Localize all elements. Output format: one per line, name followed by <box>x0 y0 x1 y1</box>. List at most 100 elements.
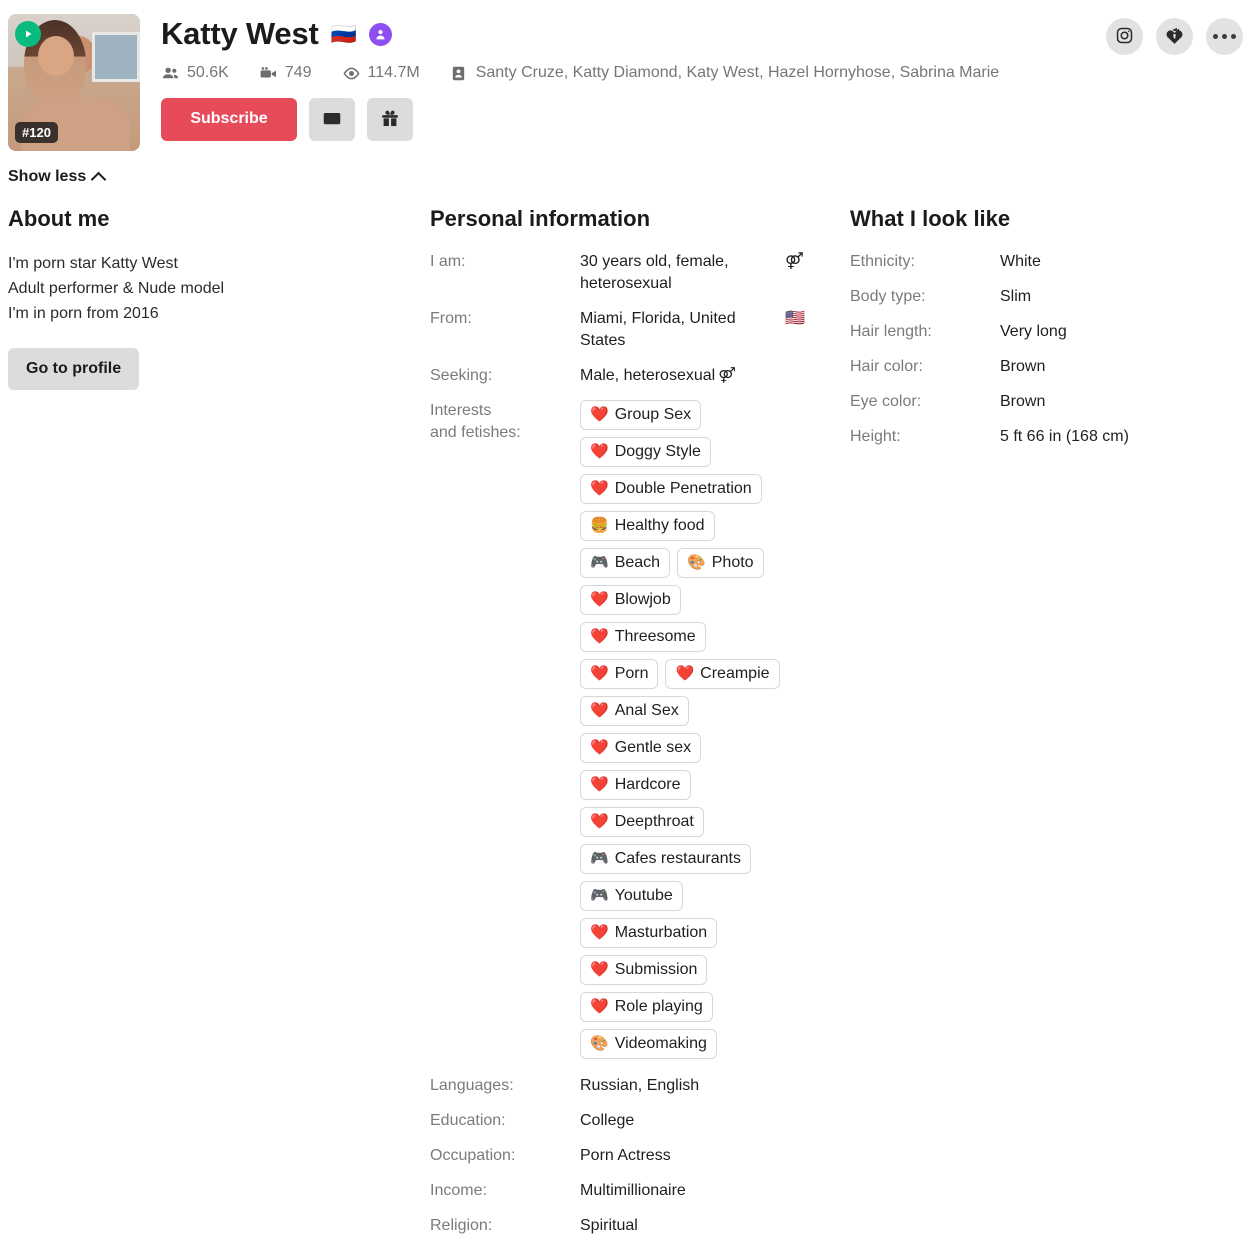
tag-emoji-icon: ❤️ <box>590 406 609 424</box>
play-badge-icon[interactable] <box>15 21 41 47</box>
interest-tag[interactable]: 🍔 Healthy food <box>580 511 715 542</box>
what-i-look-like-section: What I look like Ethnicity: White Body typ… <box>850 206 1249 1253</box>
info-label: Education: <box>430 1112 506 1130</box>
stat-subscribers-value: 50.6K <box>187 64 229 82</box>
subscribe-button[interactable]: Subscribe <box>161 97 297 141</box>
info-value: Spiritual <box>580 1217 638 1235</box>
tag-emoji-icon: ❤️ <box>590 961 609 979</box>
looks-row: Hair length: Very long <box>850 321 1249 343</box>
about-line-1: I'm porn star Katty West <box>8 255 178 273</box>
info-value: Multimillionaire <box>580 1182 686 1200</box>
show-less-toggle[interactable]: Show less <box>8 168 107 187</box>
looks-row: Height: 5 ft 66 in (168 cm) <box>850 426 1249 448</box>
interest-tag[interactable]: 🎮 Cafes restaurants <box>580 844 751 875</box>
info-row: Occupation: Porn Actress <box>430 1145 850 1167</box>
looks-rows: Ethnicity: White Body type: Slim Hair length… <box>850 251 1249 448</box>
info-value: Russian, English <box>580 1077 700 1095</box>
looks-value: White <box>1000 253 1041 271</box>
interest-tag[interactable]: 🎮 Youtube <box>580 881 683 912</box>
tag-emoji-icon: ❤️ <box>590 628 609 646</box>
interest-tags: ❤️ Group Sex ❤️ Doggy Style ❤️ Double Penetra… <box>580 400 780 1060</box>
interest-tag[interactable]: ❤️ Porn <box>580 659 659 690</box>
chevron-up-icon <box>90 171 107 187</box>
interest-tag[interactable]: ❤️ Threesome <box>580 622 706 653</box>
info-row-seeking: Seeking: Male, heterosexual ⚤ <box>430 365 850 387</box>
tag-emoji-icon: ❤️ <box>590 591 609 609</box>
interest-tag-label: Threesome <box>614 628 696 646</box>
profile-header: #120 Katty West 🇷🇺 50.6K 749 114.7M Sant… <box>0 0 1257 151</box>
more-options-icon <box>1213 34 1236 39</box>
interest-tag-label: Double Penetration <box>614 480 752 498</box>
stat-videos: 749 <box>259 64 312 83</box>
personal-extra-rows: Languages: Russian, English Education: Coll… <box>430 1075 850 1253</box>
interest-tag-label: Photo <box>711 554 754 572</box>
interest-tag[interactable]: ❤️ Hardcore <box>580 770 691 801</box>
interest-tag[interactable]: ❤️ Double Penetration <box>580 474 762 505</box>
interest-tag-label: Anal Sex <box>614 702 679 720</box>
info-value: Porn Actress <box>580 1147 671 1165</box>
header-actions: Subscribe <box>161 97 1257 141</box>
looks-row: Body type: Slim <box>850 286 1249 308</box>
avatar[interactable]: #120 <box>8 14 140 151</box>
tag-emoji-icon: 🎮 <box>590 887 609 905</box>
top-right-actions <box>1106 18 1243 55</box>
info-label-interests-line1: Interests <box>430 402 492 420</box>
personal-information-title: Personal information <box>430 206 651 231</box>
instagram-button[interactable] <box>1106 18 1143 55</box>
interest-tag[interactable]: 🎨 Videomaking <box>580 1029 717 1060</box>
looks-row: Hair color: Brown <box>850 356 1249 378</box>
show-less-label: Show less <box>8 168 87 185</box>
interest-tag[interactable]: ❤️ Group Sex <box>580 400 702 431</box>
interest-tag[interactable]: ❤️ Deepthroat <box>580 807 704 838</box>
aliases: Santy Cruze, Katty Diamond, Katy West, H… <box>450 64 999 82</box>
interest-tag[interactable]: ❤️ Gentle sex <box>580 733 702 764</box>
info-value-i-am: 30 years old, female, heterosexual <box>580 253 729 293</box>
interest-tag[interactable]: ❤️ Creampie <box>665 659 780 690</box>
gift-button[interactable] <box>367 97 413 141</box>
tag-emoji-icon: 🎨 <box>687 554 706 572</box>
tag-emoji-icon: 🍔 <box>590 517 609 535</box>
tag-emoji-icon: 🎮 <box>590 850 609 868</box>
interest-tag[interactable]: ❤️ Submission <box>580 955 708 986</box>
tag-emoji-icon: ❤️ <box>590 739 609 757</box>
info-label: Languages: <box>430 1077 514 1095</box>
interest-tag-label: Deepthroat <box>614 813 694 831</box>
gender-heterosexual-icon: ⚤ <box>785 253 804 271</box>
interest-tag-label: Cafes restaurants <box>614 850 741 868</box>
message-button[interactable] <box>309 97 355 141</box>
tag-emoji-icon: ❤️ <box>590 998 609 1016</box>
interest-tag-label: Porn <box>614 665 649 683</box>
info-value: College <box>580 1112 635 1130</box>
crown-heart-button[interactable] <box>1156 18 1193 55</box>
crown-heart-icon <box>1164 25 1185 49</box>
interest-tag[interactable]: ❤️ Doggy Style <box>580 437 711 468</box>
interest-tag-label: Masturbation <box>614 924 708 942</box>
page-title: Katty West <box>161 16 319 51</box>
rank-badge: #120 <box>15 122 58 143</box>
tag-emoji-icon: ❤️ <box>590 443 609 461</box>
interest-tag[interactable]: ❤️ Anal Sex <box>580 696 689 727</box>
tag-emoji-icon: ❤️ <box>590 702 609 720</box>
tag-emoji-icon: ❤️ <box>590 480 609 498</box>
interest-tag[interactable]: ❤️ Masturbation <box>580 918 718 949</box>
info-row: Education: College <box>430 1110 850 1132</box>
go-to-profile-button[interactable]: Go to profile <box>8 348 140 391</box>
people-icon <box>161 64 180 83</box>
gift-icon <box>379 107 401 132</box>
info-label: Religion: <box>430 1217 493 1235</box>
interest-tag-label: Gentle sex <box>614 739 692 757</box>
interest-tag[interactable]: ❤️ Blowjob <box>580 585 681 616</box>
interest-tag[interactable]: 🎮 Beach <box>580 548 671 579</box>
info-label-from: From: <box>430 310 472 328</box>
interest-tag[interactable]: 🎨 Photo <box>677 548 764 579</box>
interest-tag[interactable]: ❤️ Role playing <box>580 992 713 1023</box>
looks-label: Ethnicity: <box>850 253 915 271</box>
more-options-button[interactable] <box>1206 18 1243 55</box>
interest-tag-label: Youtube <box>614 887 673 905</box>
avatar-background-frame <box>92 32 140 82</box>
tag-emoji-icon: ❤️ <box>590 813 609 831</box>
looks-label: Hair color: <box>850 358 923 376</box>
interest-tag-label: Hardcore <box>614 776 681 794</box>
info-value-seeking-text: Male, heterosexual <box>580 367 716 385</box>
interest-tag-label: Beach <box>614 554 661 572</box>
